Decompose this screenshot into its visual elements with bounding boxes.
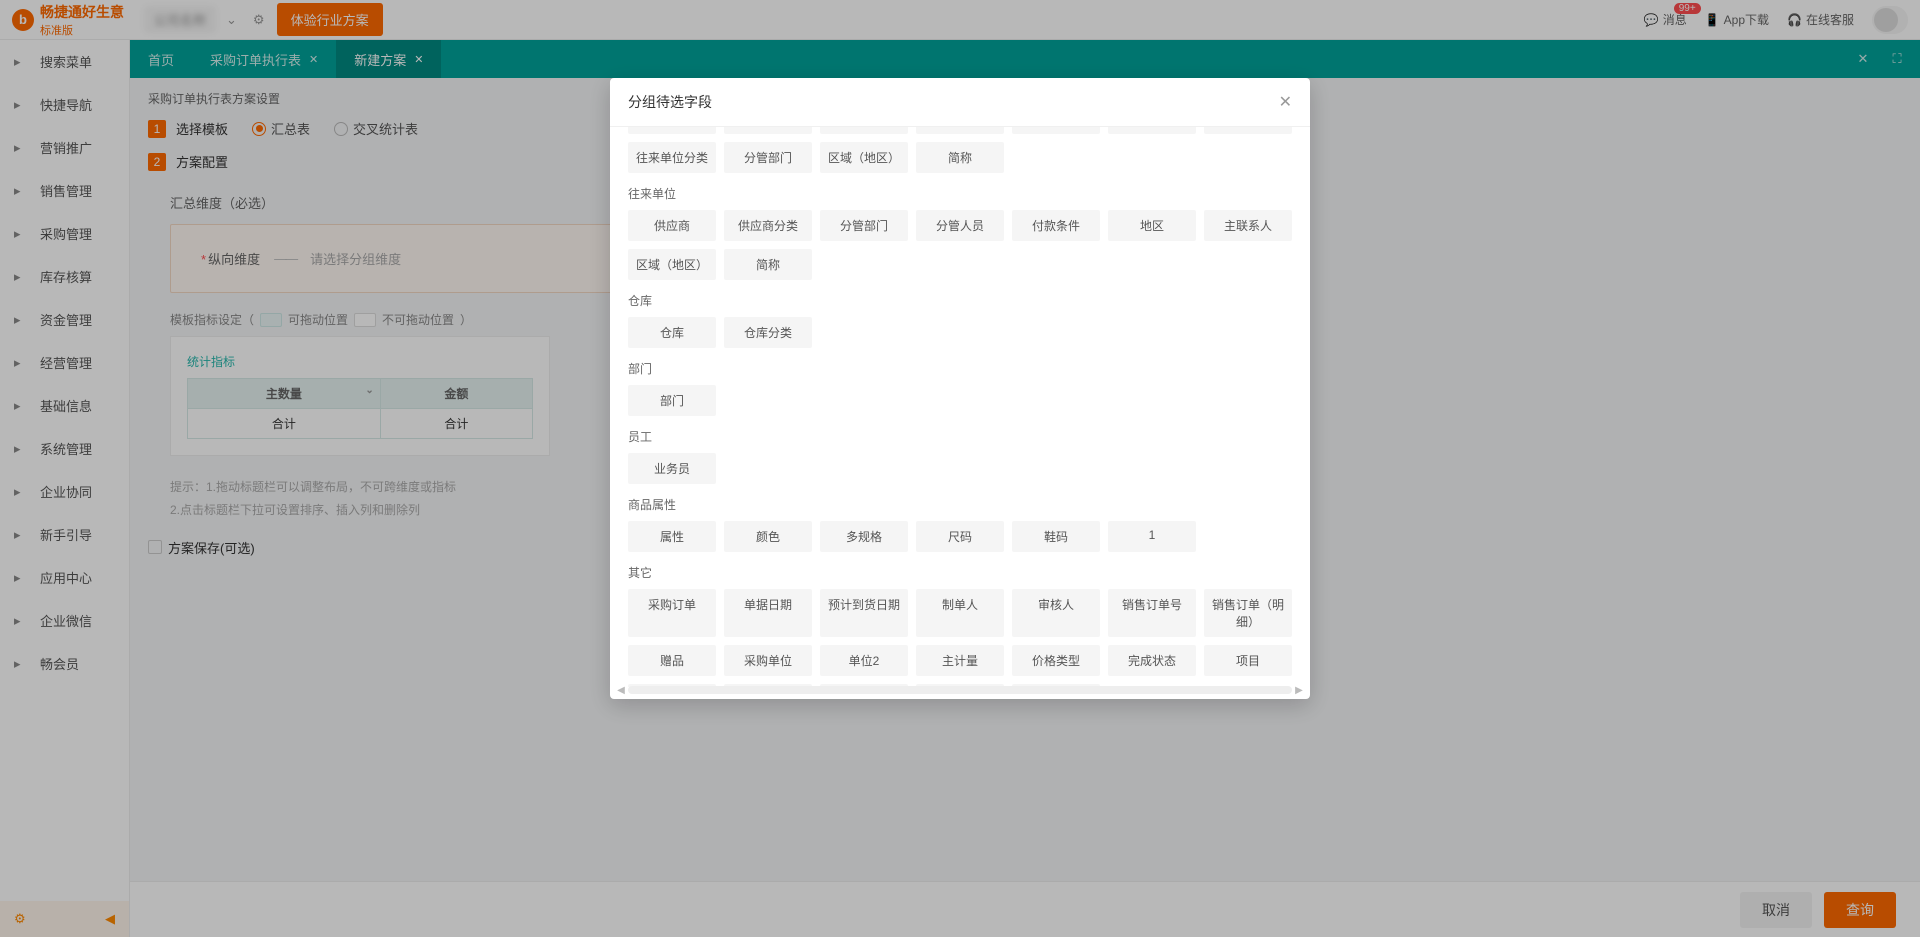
field-chip[interactable]: 采购单位 <box>724 645 812 676</box>
field-chip[interactable]: 赠品 <box>628 645 716 676</box>
group-title: 商品属性 <box>628 496 1292 513</box>
group-title: 部门 <box>628 360 1292 377</box>
field-chip[interactable]: 属性 <box>628 521 716 552</box>
field-group: 其它采购订单单据日期预计到货日期制单人审核人销售订单号销售订单（明细） 赠品采购单… <box>628 564 1292 687</box>
modal-horizontal-scrollbar[interactable]: ◀ ▶ <box>610 687 1310 699</box>
modal-body: 拣货积分税收分类编码仓库分类主联系人结算单位收付款条件分管人员往来单位分类分管部… <box>610 127 1310 687</box>
group-title: 往来单位 <box>628 185 1292 202</box>
field-chip[interactable]: 分管部门 <box>724 142 812 173</box>
field-chip[interactable]: 采购订单 <box>628 589 716 637</box>
field-chip[interactable]: 收付款条件 <box>1108 127 1196 134</box>
chips-row: 部门 <box>628 385 1292 416</box>
modal-header: 分组待选字段 ✕ <box>610 78 1310 127</box>
field-chip[interactable]: 销售订单（明细） <box>1204 589 1292 637</box>
field-chip[interactable]: 颜色 <box>724 521 812 552</box>
field-chip[interactable]: 鞋码 <box>1012 521 1100 552</box>
field-chip[interactable]: 主联系人 <box>1204 210 1292 241</box>
field-chip[interactable]: 简称 <box>916 142 1004 173</box>
scroll-left-icon[interactable]: ◀ <box>616 685 626 695</box>
field-chip[interactable]: 区域（地区） <box>820 142 908 173</box>
field-group: 仓库仓库仓库分类 <box>628 292 1292 348</box>
field-chip[interactable]: 尺码 <box>916 521 1004 552</box>
field-chip[interactable]: 销售订单号 <box>1108 589 1196 637</box>
field-chip[interactable]: 单位2 <box>820 645 908 676</box>
field-chip[interactable]: 拣货积分 <box>628 127 716 134</box>
field-chip[interactable]: 结算单位 <box>1012 127 1100 134</box>
field-chip[interactable]: 部门 <box>628 385 716 416</box>
field-chip[interactable]: 仓库分类 <box>724 317 812 348</box>
field-chip[interactable]: 主计量 <box>916 645 1004 676</box>
field-chip[interactable]: 主联系人 <box>916 127 1004 134</box>
group-title: 员工 <box>628 428 1292 445</box>
chips-row: 仓库仓库分类 <box>628 317 1292 348</box>
chips-row: 拣货积分 税收分类编码 仓库分类 主联系人 结算单位 收付款条件 分管人员往来单位分类分管部… <box>628 127 1292 173</box>
field-chip[interactable]: 税收分类编码 <box>724 127 812 134</box>
field-chip[interactable]: 业务员 <box>628 453 716 484</box>
group-field-modal: 分组待选字段 ✕ 拣货积分税收分类编码仓库分类主联系人结算单位收付款条件分管人员… <box>610 78 1310 699</box>
field-chip[interactable]: 单据日期 <box>724 589 812 637</box>
chips-row: 业务员 <box>628 453 1292 484</box>
field-chip[interactable]: 供应商分类 <box>724 210 812 241</box>
field-chip[interactable]: 付款条件 <box>1012 210 1100 241</box>
field-chip[interactable]: 仓库分类 <box>820 127 908 134</box>
field-chip[interactable]: 简称 <box>724 249 812 280</box>
field-chip[interactable]: 分管人员 <box>1204 127 1292 134</box>
field-group: 商品属性属性颜色多规格尺码鞋码 1 <box>628 496 1292 552</box>
field-chip[interactable]: 供应商 <box>628 210 716 241</box>
field-chip[interactable]: 分管部门 <box>820 210 908 241</box>
close-icon[interactable]: ✕ <box>1279 92 1292 112</box>
field-chip[interactable]: 价格类型 <box>1012 645 1100 676</box>
field-chip[interactable]: 区域（地区） <box>628 249 716 280</box>
field-chip[interactable]: 1 <box>1108 521 1196 552</box>
scroll-right-icon[interactable]: ▶ <box>1294 685 1304 695</box>
field-chip[interactable]: 仓库 <box>628 317 716 348</box>
group-title: 仓库 <box>628 292 1292 309</box>
field-chip[interactable]: 多规格 <box>820 521 908 552</box>
field-chip[interactable]: 项目 <box>1204 645 1292 676</box>
field-chip[interactable]: 预计到货日期 <box>820 589 908 637</box>
field-group: 拣货积分 税收分类编码 仓库分类 主联系人 结算单位 收付款条件 分管人员往来单位分类分管部… <box>628 127 1292 173</box>
field-chip[interactable]: 审核人 <box>1012 589 1100 637</box>
chips-row: 采购订单单据日期预计到货日期制单人审核人销售订单号销售订单（明细） 赠品采购单位单… <box>628 589 1292 687</box>
field-group: 部门部门 <box>628 360 1292 416</box>
field-group: 往来单位供应商供应商分类分管部门分管人员付款条件地区主联系人区域（地区） 简称 <box>628 185 1292 280</box>
chips-row: 供应商供应商分类分管部门分管人员付款条件地区主联系人区域（地区） 简称 <box>628 210 1292 280</box>
field-chip[interactable]: 往来单位分类 <box>628 142 716 173</box>
modal-title: 分组待选字段 <box>628 92 712 112</box>
field-chip[interactable]: 制单人 <box>916 589 1004 637</box>
scroll-track[interactable] <box>628 686 1292 694</box>
field-group: 员工业务员 <box>628 428 1292 484</box>
field-chip[interactable]: 完成状态 <box>1108 645 1196 676</box>
field-chip[interactable]: 分管人员 <box>916 210 1004 241</box>
group-title: 其它 <box>628 564 1292 581</box>
field-chip[interactable]: 地区 <box>1108 210 1196 241</box>
chips-row: 属性颜色多规格尺码鞋码 1 <box>628 521 1292 552</box>
